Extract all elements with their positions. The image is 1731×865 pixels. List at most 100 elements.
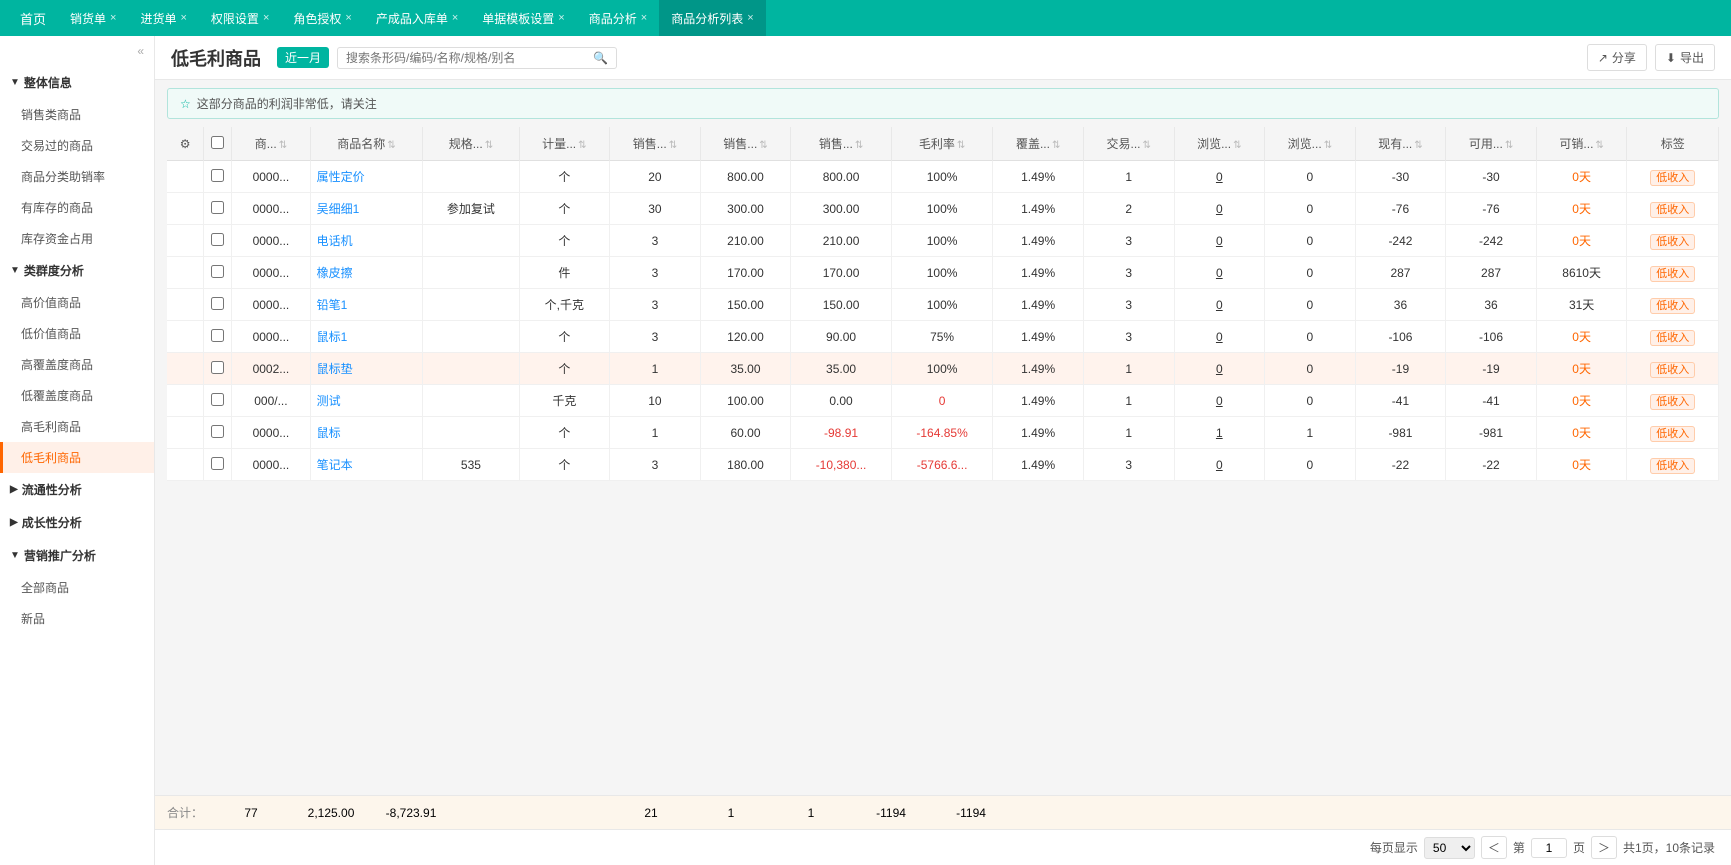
sidebar-item-sales-goods[interactable]: 销售类商品 [0, 99, 154, 130]
row-checkbox[interactable] [211, 297, 224, 310]
col-sales-price[interactable]: 销售...⇅ [700, 127, 791, 161]
col-available[interactable]: 可用...⇅ [1446, 127, 1537, 161]
col-settings[interactable]: ⚙ [167, 127, 204, 161]
sidebar-item-all-goods[interactable]: 全部商品 [0, 572, 154, 603]
sidebar-item-stocked-goods[interactable]: 有库存的商品 [0, 192, 154, 223]
cell-name[interactable]: 笔记本 [310, 449, 423, 481]
cell-checkbox[interactable] [204, 161, 232, 193]
settings-icon[interactable]: ⚙ [180, 137, 191, 151]
cell-name[interactable]: 鼠标 [310, 417, 423, 449]
nav-role[interactable]: 角色授权 × [281, 0, 363, 36]
nav-close-goods-analysis-list[interactable]: × [747, 12, 753, 24]
search-icon[interactable]: 🔍 [593, 51, 608, 65]
cell-checkbox[interactable] [204, 449, 232, 481]
nav-close-product-in[interactable]: × [452, 12, 458, 24]
cell-view1[interactable]: 0 [1174, 385, 1265, 417]
col-transaction[interactable]: 交易...⇅ [1083, 127, 1174, 161]
cell-checkbox[interactable] [204, 225, 232, 257]
col-view2[interactable]: 浏览...⇅ [1265, 127, 1356, 161]
nav-close-template[interactable]: × [558, 12, 564, 24]
row-checkbox[interactable] [211, 457, 224, 470]
sidebar-item-low-value[interactable]: 低价值商品 [0, 318, 154, 349]
time-range-tag[interactable]: 近一月 [277, 47, 329, 68]
page-size-select[interactable]: 50 20 100 [1424, 837, 1475, 859]
sidebar-item-new-goods[interactable]: 新品 [0, 603, 154, 634]
nav-close-sales[interactable]: × [110, 12, 116, 24]
sidebar-item-high-margin[interactable]: 高毛利商品 [0, 411, 154, 442]
cell-view1[interactable]: 0 [1174, 193, 1265, 225]
nav-permission[interactable]: 权限设置 × [199, 0, 281, 36]
nav-sales[interactable]: 销货单 × [58, 0, 128, 36]
cell-view1[interactable]: 0 [1174, 225, 1265, 257]
row-checkbox[interactable] [211, 169, 224, 182]
nav-product-in[interactable]: 产成品入库单 × [364, 0, 470, 36]
page-input[interactable] [1531, 838, 1567, 858]
sidebar-item-high-value[interactable]: 高价值商品 [0, 287, 154, 318]
cell-view1[interactable]: 1 [1174, 417, 1265, 449]
cell-view1[interactable]: 0 [1174, 321, 1265, 353]
cell-checkbox[interactable] [204, 257, 232, 289]
export-button[interactable]: ⬇ 导出 [1655, 44, 1715, 71]
search-input[interactable] [346, 51, 593, 65]
cell-name[interactable]: 鼠标垫 [310, 353, 423, 385]
nav-close-role[interactable]: × [345, 12, 351, 24]
cell-name[interactable]: 吴细细1 [310, 193, 423, 225]
row-checkbox[interactable] [211, 361, 224, 374]
sidebar-group-cluster[interactable]: ▼ 类群度分析 [0, 254, 154, 287]
nav-purchase[interactable]: 进货单 × [128, 0, 198, 36]
col-coverage[interactable]: 覆盖...⇅ [993, 127, 1084, 161]
cell-view1[interactable]: 0 [1174, 289, 1265, 321]
col-view1[interactable]: 浏览...⇅ [1174, 127, 1265, 161]
share-button[interactable]: ↗ 分享 [1587, 44, 1647, 71]
cell-name[interactable]: 测试 [310, 385, 423, 417]
nav-close-goods-analysis[interactable]: × [641, 12, 647, 24]
search-box[interactable]: 🔍 [337, 47, 617, 69]
sidebar-item-stock-capital[interactable]: 库存资金占用 [0, 223, 154, 254]
cell-checkbox[interactable] [204, 385, 232, 417]
sidebar-collapse-btn[interactable]: « [0, 36, 154, 66]
col-gross-rate[interactable]: 毛利率⇅ [891, 127, 993, 161]
cell-view1[interactable]: 0 [1174, 257, 1265, 289]
cell-checkbox[interactable] [204, 193, 232, 225]
col-unit[interactable]: 计量...⇅ [519, 127, 610, 161]
sidebar-item-traded-goods[interactable]: 交易过的商品 [0, 130, 154, 161]
sidebar-item-low-margin[interactable]: 低毛利商品 [0, 442, 154, 473]
cell-name[interactable]: 电话机 [310, 225, 423, 257]
col-sales-qty[interactable]: 销售...⇅ [610, 127, 701, 161]
nav-goods-analysis[interactable]: 商品分析 × [577, 0, 659, 36]
sidebar-group-overall[interactable]: ▼ 整体信息 [0, 66, 154, 99]
nav-template[interactable]: 单据模板设置 × [470, 0, 576, 36]
row-checkbox[interactable] [211, 265, 224, 278]
sidebar-group-marketing[interactable]: ▼ 营销推广分析 [0, 539, 154, 572]
row-checkbox[interactable] [211, 329, 224, 342]
row-checkbox[interactable] [211, 425, 224, 438]
next-page-btn[interactable]: ＞ [1591, 836, 1617, 859]
row-checkbox[interactable] [211, 233, 224, 246]
row-checkbox[interactable] [211, 393, 224, 406]
nav-close-permission[interactable]: × [263, 12, 269, 24]
nav-close-purchase[interactable]: × [180, 12, 186, 24]
cell-name[interactable]: 属性定价 [310, 161, 423, 193]
nav-home[interactable]: 首页 [8, 0, 58, 36]
sidebar-item-low-coverage[interactable]: 低覆盖度商品 [0, 380, 154, 411]
col-current-stock[interactable]: 现有...⇅ [1355, 127, 1446, 161]
cell-name[interactable]: 鼠标1 [310, 321, 423, 353]
sidebar-item-high-coverage[interactable]: 高覆盖度商品 [0, 349, 154, 380]
row-checkbox[interactable] [211, 201, 224, 214]
cell-checkbox[interactable] [204, 321, 232, 353]
cell-name[interactable]: 铅笔1 [310, 289, 423, 321]
col-spec[interactable]: 规格...⇅ [423, 127, 519, 161]
cell-checkbox[interactable] [204, 353, 232, 385]
col-sales-profit[interactable]: 销售...⇅ [791, 127, 892, 161]
sidebar-group-growth[interactable]: ▶ 成长性分析 [0, 506, 154, 539]
select-all-checkbox[interactable] [211, 136, 224, 149]
cell-view1[interactable]: 0 [1174, 161, 1265, 193]
sidebar-item-category-rate[interactable]: 商品分类助销率 [0, 161, 154, 192]
sidebar-group-flow[interactable]: ▶ 流通性分析 [0, 473, 154, 506]
cell-view1[interactable]: 0 [1174, 353, 1265, 385]
cell-name[interactable]: 橡皮擦 [310, 257, 423, 289]
cell-view1[interactable]: 0 [1174, 449, 1265, 481]
col-saleable[interactable]: 可销...⇅ [1536, 127, 1627, 161]
col-name[interactable]: 商品名称⇅ [310, 127, 423, 161]
cell-checkbox[interactable] [204, 289, 232, 321]
